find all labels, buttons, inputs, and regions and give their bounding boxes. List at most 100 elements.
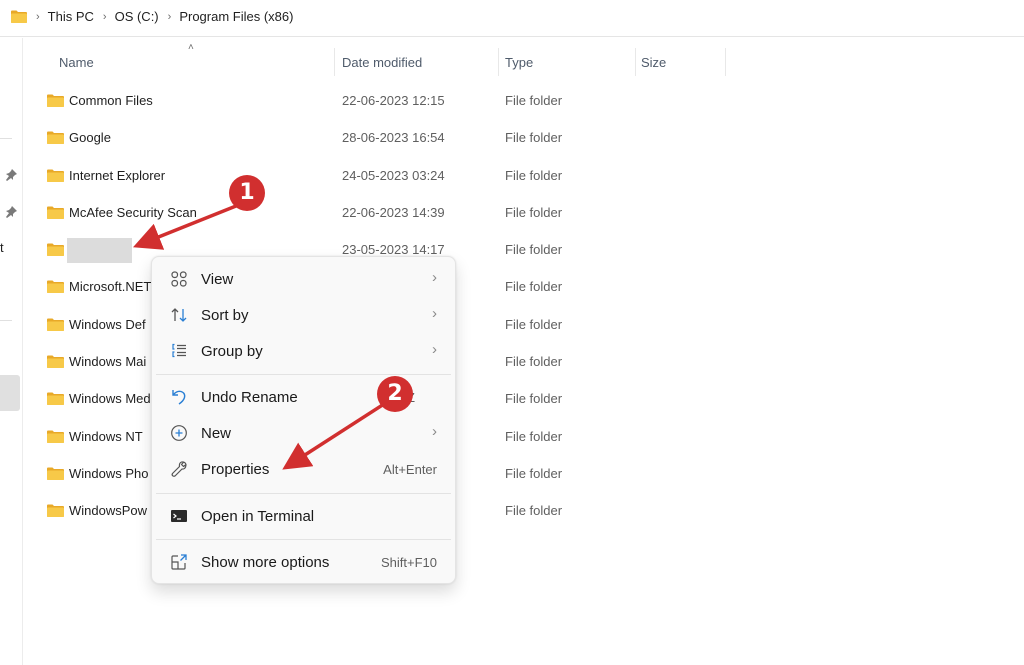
file-row[interactable]: Internet Explorer 24-05-2023 03:24 File fo… bbox=[24, 157, 1024, 194]
column-resize-handle[interactable] bbox=[334, 48, 335, 76]
folder-icon bbox=[47, 94, 64, 107]
nav-item-label[interactable]: t bbox=[0, 240, 4, 255]
annotation-badge-1: 1 bbox=[229, 175, 265, 211]
menu-item-open-in-terminal[interactable]: Open in Terminal bbox=[156, 499, 451, 533]
menu-separator bbox=[156, 539, 451, 540]
folder-icon bbox=[47, 243, 64, 257]
folder-icon bbox=[47, 467, 64, 480]
navigation-pane[interactable]: t bbox=[0, 38, 23, 665]
chevron-right-icon: › bbox=[432, 305, 437, 322]
file-name[interactable]: Microsoft.NET bbox=[69, 279, 151, 294]
column-resize-handle[interactable] bbox=[635, 48, 636, 76]
breadcrumb: › This PC › OS (C:) › Program Files (x86… bbox=[36, 9, 302, 24]
rename-input[interactable] bbox=[67, 238, 132, 264]
pin-icon[interactable] bbox=[5, 169, 17, 181]
sort-icon bbox=[171, 308, 187, 322]
menu-item-shortcut: Alt+Enter bbox=[383, 462, 437, 477]
file-type: File folder bbox=[505, 503, 563, 519]
file-type: File folder bbox=[505, 354, 563, 370]
context-menu: View › Sort by › Group by › Undo Rename … bbox=[151, 256, 456, 584]
menu-item-label: Properties bbox=[201, 461, 270, 478]
menu-item-label: Group by bbox=[201, 343, 263, 360]
file-name[interactable]: Windows Med bbox=[69, 391, 151, 406]
folder-icon bbox=[47, 355, 64, 369]
menu-item-new[interactable]: New › bbox=[156, 416, 451, 450]
chevron-right-icon[interactable]: › bbox=[36, 11, 40, 23]
undo-icon bbox=[172, 390, 186, 405]
annotation-badge-2: 2 bbox=[377, 376, 413, 412]
file-name[interactable]: Windows NT bbox=[69, 429, 143, 444]
folder-icon bbox=[47, 131, 64, 145]
file-type: File folder bbox=[505, 428, 563, 444]
file-name[interactable]: Windows Def bbox=[69, 317, 146, 332]
menu-separator bbox=[156, 374, 451, 375]
menu-item-label: Undo Rename bbox=[201, 389, 298, 406]
menu-item-group-by[interactable]: Group by › bbox=[156, 334, 451, 368]
folder-icon bbox=[47, 318, 64, 331]
column-resize-handle[interactable] bbox=[725, 48, 726, 76]
group-icon bbox=[172, 343, 186, 358]
file-name[interactable]: Windows Pho bbox=[69, 466, 148, 481]
file-row[interactable]: Google 28-06-2023 16:54 File folder bbox=[24, 119, 1024, 156]
folder-icon bbox=[11, 10, 27, 23]
menu-item-show-more-options[interactable]: Show more options Shift+F10 bbox=[156, 545, 451, 579]
address-bar[interactable]: › This PC › OS (C:) › Program Files (x86… bbox=[0, 0, 1024, 37]
folder-icon bbox=[47, 392, 64, 406]
breadcrumb-program-files-x86[interactable]: Program Files (x86) bbox=[179, 9, 293, 24]
new-plus-icon bbox=[171, 425, 187, 441]
file-name[interactable]: WindowsPow bbox=[69, 503, 147, 518]
chevron-right-icon: › bbox=[432, 269, 437, 286]
chevron-right-icon[interactable]: › bbox=[103, 11, 107, 23]
file-date-modified: 22-06-2023 12:15 bbox=[342, 93, 445, 108]
file-name[interactable]: Internet Explorer bbox=[69, 168, 165, 183]
chevron-right-icon: › bbox=[432, 423, 437, 440]
file-date-modified: 24-05-2023 03:24 bbox=[342, 167, 445, 183]
menu-item-view[interactable]: View › bbox=[156, 262, 451, 296]
menu-item-properties[interactable]: Properties Alt+Enter bbox=[156, 452, 451, 486]
column-header-date-modified[interactable]: Date modified bbox=[342, 46, 422, 76]
folder-icon bbox=[47, 430, 64, 443]
file-type: File folder bbox=[505, 204, 563, 220]
file-type: File folder bbox=[505, 316, 563, 332]
sort-ascending-icon: ˄ bbox=[188, 42, 194, 53]
breadcrumb-os-c[interactable]: OS (C:) bbox=[115, 9, 159, 24]
nav-divider bbox=[0, 320, 12, 321]
chevron-right-icon: › bbox=[432, 341, 437, 358]
column-header-size[interactable]: Size bbox=[641, 46, 666, 76]
file-name[interactable]: McAfee Security Scan bbox=[69, 205, 197, 220]
menu-separator bbox=[156, 493, 451, 494]
menu-item-label: Show more options bbox=[201, 554, 330, 571]
pin-icon[interactable] bbox=[5, 206, 17, 218]
nav-divider bbox=[0, 138, 12, 139]
menu-item-label: Open in Terminal bbox=[201, 508, 315, 525]
file-type: File folder bbox=[505, 93, 563, 108]
column-resize-handle[interactable] bbox=[498, 48, 499, 76]
nav-item-selected[interactable] bbox=[0, 375, 20, 411]
folder-icon bbox=[47, 206, 64, 219]
column-header-type[interactable]: Type bbox=[505, 46, 533, 76]
file-type: File folder bbox=[505, 391, 563, 407]
file-name[interactable]: Common Files bbox=[69, 93, 153, 108]
menu-item-label: View bbox=[201, 271, 234, 288]
file-date-modified: 23-05-2023 14:17 bbox=[342, 242, 445, 258]
file-type: File folder bbox=[505, 279, 563, 295]
terminal-icon bbox=[171, 510, 187, 522]
menu-item-sort-by[interactable]: Sort by › bbox=[156, 298, 451, 332]
file-type: File folder bbox=[505, 465, 563, 481]
more-options-icon bbox=[171, 554, 187, 570]
file-type: File folder bbox=[505, 242, 563, 258]
file-row[interactable]: Common Files 22-06-2023 12:15 File folder bbox=[24, 82, 1024, 119]
menu-item-shortcut: Shift+F10 bbox=[380, 555, 437, 570]
file-name[interactable]: Google bbox=[69, 130, 111, 145]
file-name[interactable]: Windows Mai bbox=[69, 354, 146, 369]
menu-item-label: Sort by bbox=[201, 307, 249, 324]
chevron-right-icon[interactable]: › bbox=[168, 11, 172, 23]
column-headers: ˄ Name Date modified Type Size bbox=[24, 42, 1024, 78]
file-date-modified: 22-06-2023 14:39 bbox=[342, 204, 445, 220]
column-header-name[interactable]: Name bbox=[59, 46, 94, 76]
file-row[interactable]: McAfee Security Scan 22-06-2023 14:39 File… bbox=[24, 194, 1024, 231]
folder-icon bbox=[47, 280, 64, 294]
breadcrumb-this-pc[interactable]: This PC bbox=[48, 9, 94, 24]
file-type: File folder bbox=[505, 167, 563, 183]
view-grid-icon bbox=[171, 271, 187, 287]
